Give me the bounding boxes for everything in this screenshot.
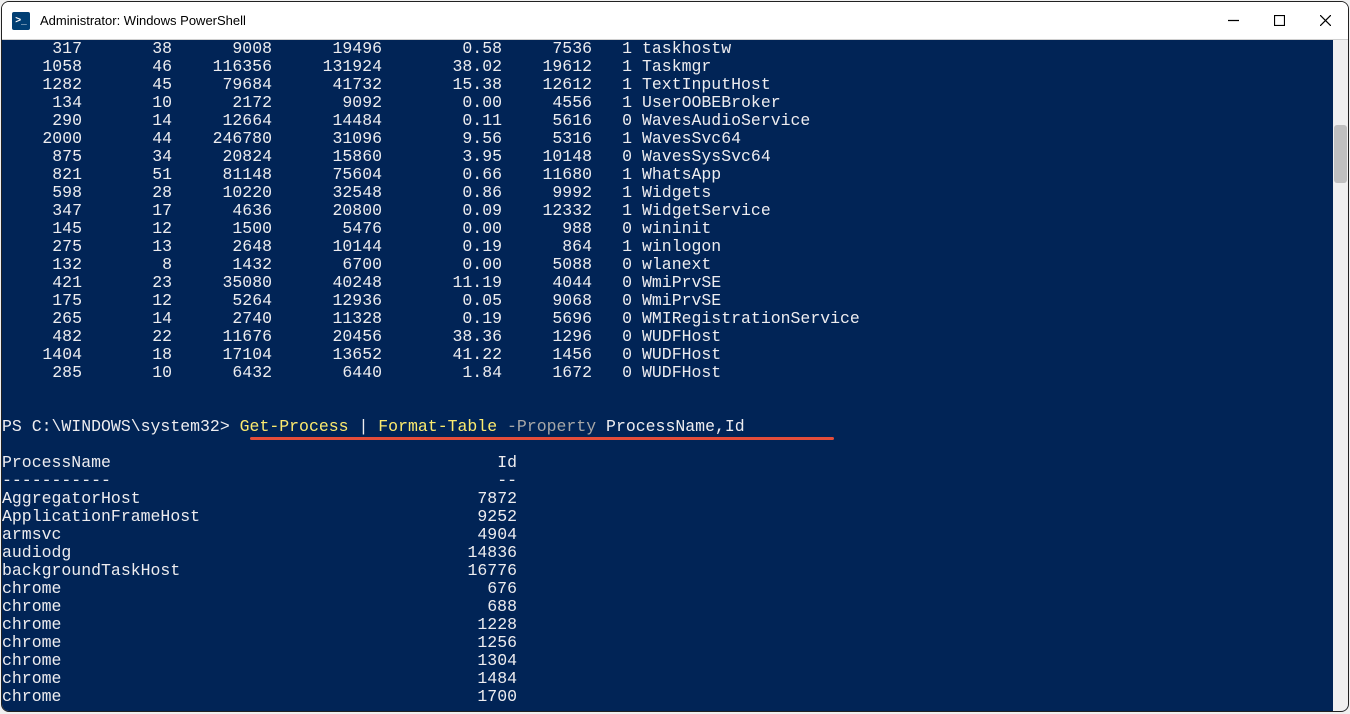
- process-row: 2901412664144840.1156160WavesAudioServic…: [2, 112, 1344, 130]
- command-prompt-line: PS C:\WINDOWS\system32> Get-Process | Fo…: [2, 418, 1344, 436]
- scroll-thumb[interactable]: [1334, 125, 1347, 183]
- process-row: 5982810220325480.8699921Widgets: [2, 184, 1344, 202]
- process-row: 275132648101440.198641winlogon: [2, 238, 1344, 256]
- table-row: chrome1256: [2, 634, 1344, 652]
- process-row: 8753420824158603.95101480WavesSysSvc64: [2, 148, 1344, 166]
- titlebar[interactable]: >_ Administrator: Windows PowerShell: [2, 2, 1348, 40]
- table-separator: -------------: [2, 472, 1344, 490]
- table-row: chrome1304: [2, 652, 1344, 670]
- terminal-output[interactable]: 317389008194960.5875361taskhostw10584611…: [2, 40, 1348, 711]
- process-row: 140418171041365241.2214560WUDFHost: [2, 346, 1344, 364]
- maximize-button[interactable]: [1256, 2, 1302, 40]
- process-row: 175125264129360.0590680WmiPrvSE: [2, 292, 1344, 310]
- table-header: ProcessNameId: [2, 454, 1344, 472]
- powershell-icon: >_: [12, 12, 30, 30]
- table-row: chrome1228: [2, 616, 1344, 634]
- table-row: chrome688: [2, 598, 1344, 616]
- table-row: armsvc4904: [2, 526, 1344, 544]
- process-row: 347174636208000.09123321WidgetService: [2, 202, 1344, 220]
- table-row: chrome1484: [2, 670, 1344, 688]
- highlight-underline: [250, 437, 834, 440]
- process-row: 28510643264401.8416720WUDFHost: [2, 364, 1344, 382]
- process-row: 8215181148756040.66116801WhatsApp: [2, 166, 1344, 184]
- table-row: audiodg14836: [2, 544, 1344, 562]
- process-row: 14512150054760.009880wininit: [2, 220, 1344, 238]
- process-row: 13410217290920.0045561UserOOBEBroker: [2, 94, 1344, 112]
- table-row: AggregatorHost7872: [2, 490, 1344, 508]
- process-row: 200044246780310969.5653161WavesSvc64: [2, 130, 1344, 148]
- table-row: chrome1700: [2, 688, 1344, 706]
- table-row: backgroundTaskHost16776: [2, 562, 1344, 580]
- table-row: ApplicationFrameHost9252: [2, 508, 1344, 526]
- scrollbar[interactable]: [1333, 40, 1348, 712]
- process-row: 42123350804024811.1940440WmiPrvSE: [2, 274, 1344, 292]
- process-row: 128245796844173215.38126121TextInputHost: [2, 76, 1344, 94]
- process-row: 317389008194960.5875361taskhostw: [2, 40, 1344, 58]
- process-row: 1328143267000.0050880wlanext: [2, 256, 1344, 274]
- powershell-window: >_ Administrator: Windows PowerShell 317…: [1, 1, 1349, 712]
- close-button[interactable]: [1302, 2, 1348, 40]
- table-row: chrome676: [2, 580, 1344, 598]
- process-row: 265142740113280.1956960WMIRegistrationSe…: [2, 310, 1344, 328]
- window-title: Administrator: Windows PowerShell: [40, 13, 246, 28]
- process-row: 10584611635613192438.02196121Taskmgr: [2, 58, 1344, 76]
- process-row: 48222116762045638.3612960WUDFHost: [2, 328, 1344, 346]
- minimize-button[interactable]: [1210, 2, 1256, 40]
